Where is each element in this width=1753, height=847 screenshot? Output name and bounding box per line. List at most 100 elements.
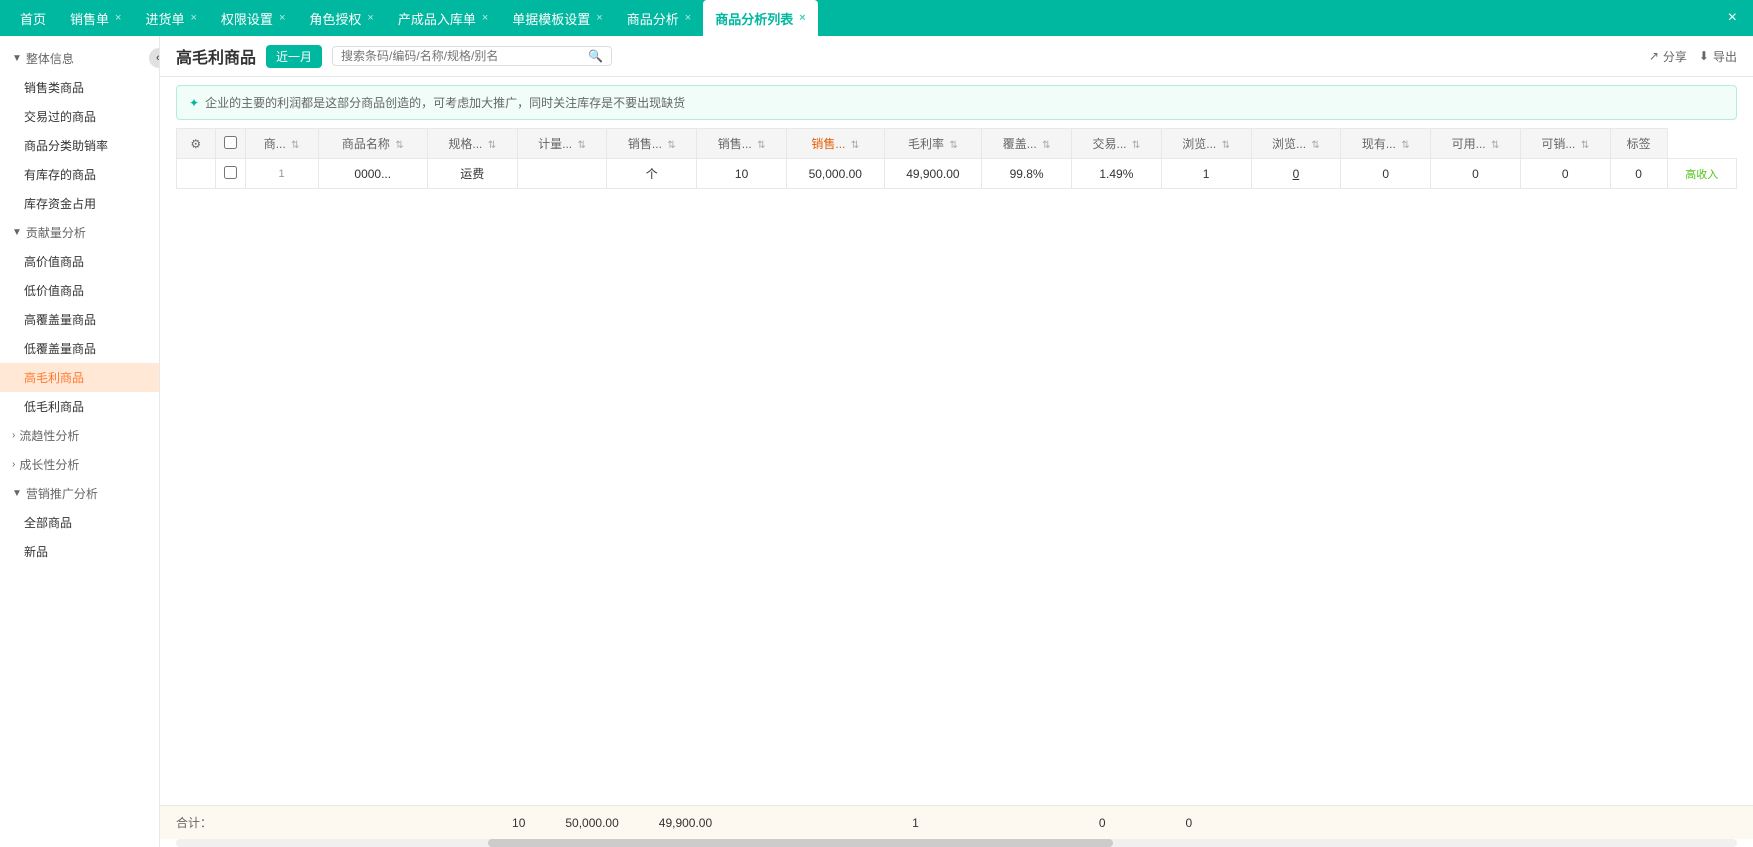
footer-sales-profit: 49,900.00 <box>659 816 712 830</box>
col-browse2[interactable]: 浏览... ⇅ <box>1251 129 1341 159</box>
footer-label: 合计： <box>176 814 212 831</box>
header-actions: ↗ 分享 ⬇ 导出 <box>1649 48 1737 65</box>
section-arrow-flow: › <box>12 430 15 441</box>
sidebar-item-new-goods[interactable]: 新品 <box>0 537 159 566</box>
col-unit[interactable]: 计量... ⇅ <box>517 129 607 159</box>
info-icon: ✦ <box>189 96 199 110</box>
close-tab-sales-order[interactable]: × <box>115 12 121 24</box>
sidebar-item-traded-goods[interactable]: 交易过的商品 <box>0 102 159 131</box>
cell-coverage: 1.49% <box>1071 159 1161 189</box>
col-name[interactable]: 商品名称 ⇅ <box>318 129 427 159</box>
sidebar-section-contribution-label: 贡献量分析 <box>26 224 86 241</box>
tab-role-auth[interactable]: 角色授权 × <box>297 0 385 36</box>
close-tab-product-inbound[interactable]: × <box>482 12 488 24</box>
sidebar-section-marketing[interactable]: ▼ 营销推广分析 <box>0 479 159 508</box>
select-all-checkbox[interactable] <box>224 136 237 149</box>
col-sales-amount[interactable]: 销售... ⇅ <box>697 129 787 159</box>
cell-sellable-stock: 0 <box>1610 159 1667 189</box>
sidebar-item-low-value[interactable]: 低价值商品 <box>0 276 159 305</box>
close-tab-analysis[interactable]: × <box>685 12 691 24</box>
sidebar-item-high-margin[interactable]: 高毛利商品 <box>0 363 159 392</box>
sidebar-section-flow-label: 流趋性分析 <box>19 427 79 444</box>
col-coverage[interactable]: 覆盖... ⇅ <box>982 129 1072 159</box>
col-sales-profit[interactable]: 销售... ⇅ <box>786 129 884 159</box>
export-btn[interactable]: ⬇ 导出 <box>1699 48 1737 65</box>
close-tab-role-auth[interactable]: × <box>367 12 373 24</box>
sort-icon-current: ⇅ <box>1401 140 1409 151</box>
cell-name: 运费 <box>427 159 517 189</box>
content-area: 高毛利商品 近一月 🔍 ↗ 分享 ⬇ 导出 ✦ 企业的主要的利润都是这部分商品创… <box>160 36 1753 847</box>
cell-browse1[interactable]: 0 <box>1251 159 1341 189</box>
close-tab-purchase-order[interactable]: × <box>190 12 196 24</box>
row-checkbox[interactable] <box>224 166 237 179</box>
sort-icon-available: ⇅ <box>1491 140 1499 151</box>
col-sales-qty[interactable]: 销售... ⇅ <box>607 129 697 159</box>
col-checkbox[interactable] <box>215 129 245 159</box>
sort-icon-coverage: ⇅ <box>1042 140 1050 151</box>
close-tab-permission[interactable]: × <box>279 12 285 24</box>
tab-template-settings[interactable]: 单据模板设置 × <box>500 0 614 36</box>
sidebar-section-contribution[interactable]: ▼ 贡献量分析 <box>0 218 159 247</box>
export-icon: ⬇ <box>1699 49 1709 63</box>
info-text: 企业的主要的利润都是这部分商品创造的，可考虑加大推广，同时关注库存是不要出现缺货 <box>205 94 685 111</box>
sidebar-item-all-goods[interactable]: 全部商品 <box>0 508 159 537</box>
cell-code: 0000... <box>318 159 427 189</box>
tab-home[interactable]: 首页 <box>8 0 58 36</box>
cell-checkbox[interactable] <box>215 159 245 189</box>
filter-period-btn[interactable]: 近一月 <box>266 45 322 68</box>
col-settings[interactable]: ⚙ <box>177 129 216 159</box>
col-code[interactable]: 商... ⇅ <box>245 129 318 159</box>
page-title: 高毛利商品 <box>176 44 256 68</box>
cell-settings <box>177 159 216 189</box>
sidebar-item-sales-goods[interactable]: 销售类商品 <box>0 73 159 102</box>
col-tag[interactable]: 标签 <box>1610 129 1667 159</box>
sort-icon-unit: ⇅ <box>578 140 586 151</box>
col-gross-margin[interactable]: 毛利率 ⇅ <box>884 129 982 159</box>
sidebar-item-high-value[interactable]: 高价值商品 <box>0 247 159 276</box>
share-icon: ↗ <box>1649 49 1659 63</box>
col-available-stock[interactable]: 可用... ⇅ <box>1431 129 1521 159</box>
cell-spec <box>517 159 607 189</box>
footer-current-stock: 0 <box>1099 816 1106 830</box>
share-btn[interactable]: ↗ 分享 <box>1649 48 1687 65</box>
horizontal-scrollbar[interactable] <box>176 839 1737 847</box>
footer-sales-qty: 10 <box>512 816 525 830</box>
cell-sales-profit: 49,900.00 <box>884 159 982 189</box>
col-browse1[interactable]: 浏览... ⇅ <box>1161 129 1251 159</box>
cell-gross-margin: 99.8% <box>982 159 1072 189</box>
search-input[interactable] <box>341 49 584 63</box>
tab-purchase-order[interactable]: 进货单 × <box>133 0 208 36</box>
section-arrow-overall: ▼ <box>12 53 22 64</box>
sidebar-item-stocked-goods[interactable]: 有库存的商品 <box>0 160 159 189</box>
sidebar-section-growth-label: 成长性分析 <box>19 456 79 473</box>
sidebar-item-low-margin[interactable]: 低毛利商品 <box>0 392 159 421</box>
tab-product-analysis-list[interactable]: 商品分析列表 × <box>703 0 817 36</box>
close-tab-analysis-list[interactable]: × <box>799 12 805 24</box>
col-current-stock[interactable]: 现有... ⇅ <box>1341 129 1431 159</box>
tab-permission-settings[interactable]: 权限设置 × <box>209 0 297 36</box>
cell-index: 1 <box>245 159 318 189</box>
sidebar-item-category-rate[interactable]: 商品分类助销率 <box>0 131 159 160</box>
col-spec[interactable]: 规格... ⇅ <box>427 129 517 159</box>
table-row: 1 0000... 运费 个 <box>177 159 1737 189</box>
close-tab-template[interactable]: × <box>596 12 602 24</box>
tab-product-analysis[interactable]: 商品分析 × <box>615 0 703 36</box>
cell-transaction: 1 <box>1161 159 1251 189</box>
sidebar-section-overall[interactable]: ▼ 整体信息 <box>0 44 159 73</box>
sidebar-section-growth[interactable]: › 成长性分析 <box>0 450 159 479</box>
sort-icon-browse2: ⇅ <box>1311 140 1319 151</box>
cell-available-stock: 0 <box>1520 159 1610 189</box>
close-all-tabs[interactable]: × <box>1720 9 1745 27</box>
sidebar-item-high-coverage[interactable]: 高覆盖量商品 <box>0 305 159 334</box>
tab-sales-order[interactable]: 销售单 × <box>58 0 133 36</box>
info-banner: ✦ 企业的主要的利润都是这部分商品创造的，可考虑加大推广，同时关注库存是不要出现… <box>176 85 1737 120</box>
sidebar-section-flow[interactable]: › 流趋性分析 <box>0 421 159 450</box>
sidebar-item-low-coverage[interactable]: 低覆盖量商品 <box>0 334 159 363</box>
col-sellable-stock[interactable]: 可销... ⇅ <box>1520 129 1610 159</box>
tab-product-inbound[interactable]: 产成品入库单 × <box>386 0 500 36</box>
sidebar-item-stock-capital[interactable]: 库存资金占用 <box>0 189 159 218</box>
cell-sales-amount: 50,000.00 <box>786 159 884 189</box>
scrollbar-thumb[interactable] <box>488 839 1112 847</box>
sort-icon-code: ⇅ <box>291 140 299 151</box>
col-transaction[interactable]: 交易... ⇅ <box>1071 129 1161 159</box>
